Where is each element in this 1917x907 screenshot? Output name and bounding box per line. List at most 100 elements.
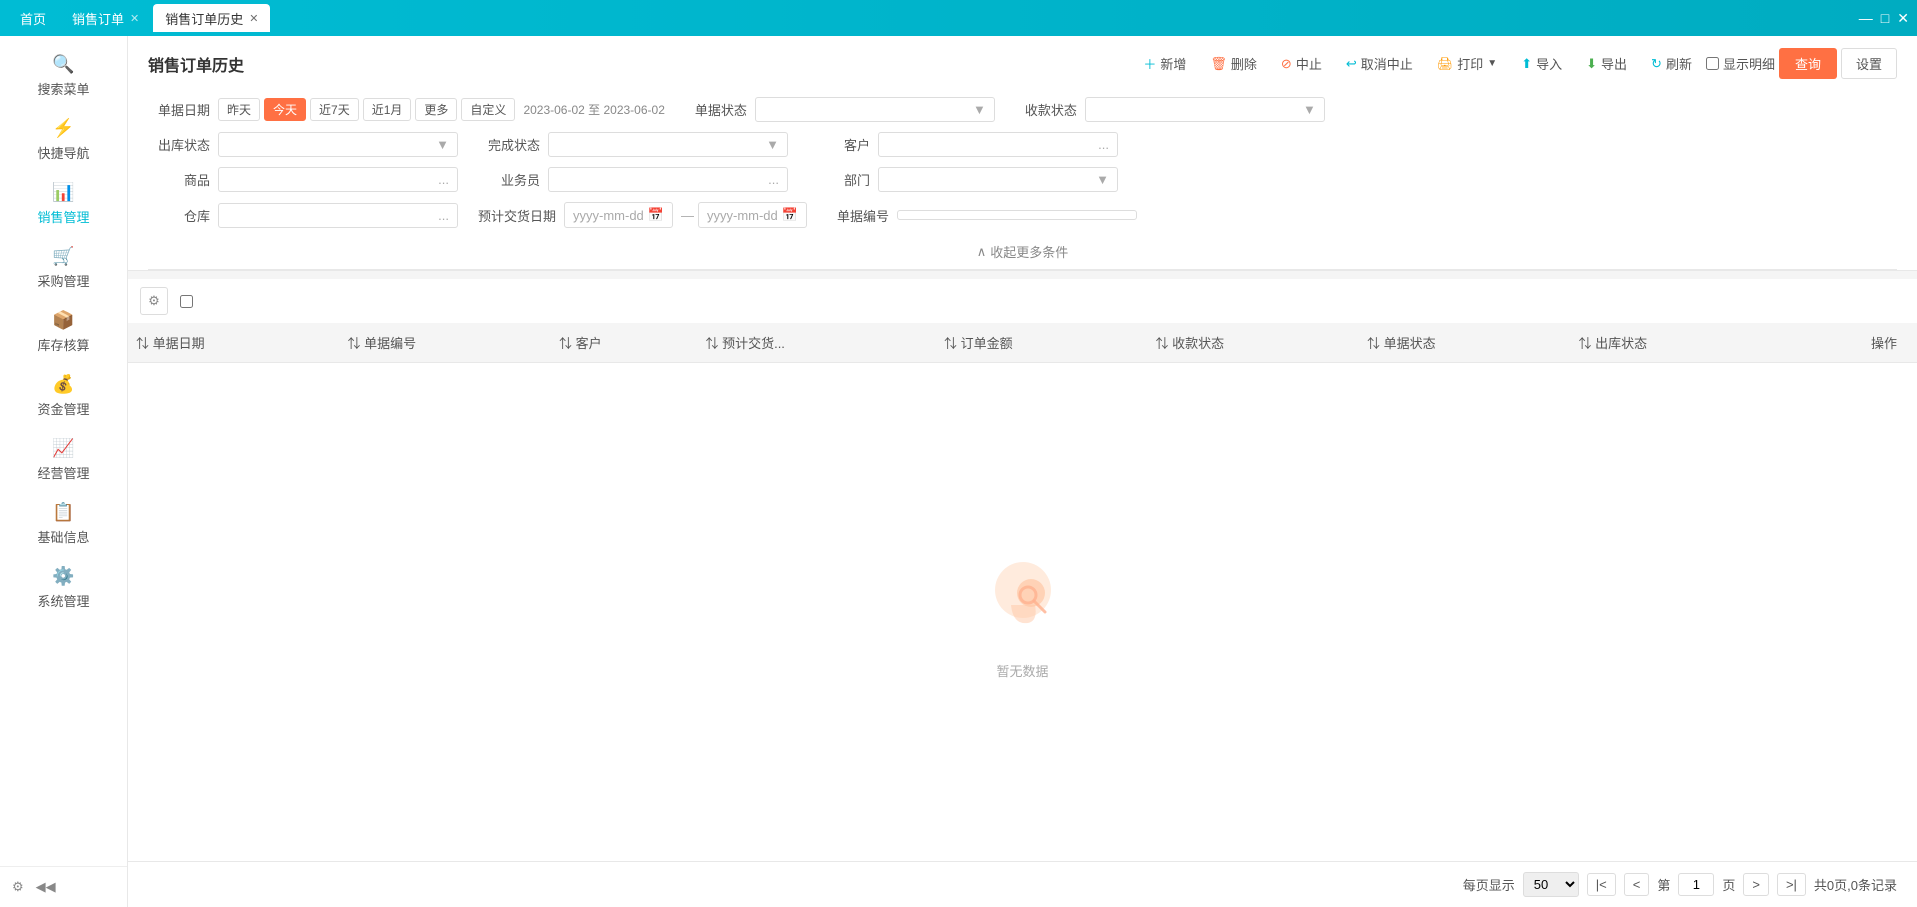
stop-button[interactable]: ⊘ 中止 [1271,49,1332,78]
salesperson-field[interactable]: ... [548,167,788,192]
filter-row-4: 仓库 ... 预计交货日期 yyyy-mm-dd 📅 — yyyy-mm-dd … [148,202,1897,228]
warehouse-ellipsis: ... [438,208,449,223]
print-label: 打印 [1457,54,1483,73]
sidebar-item-operations-label: 经营管理 [37,463,89,482]
col-operation-label: 操作 [1871,336,1897,351]
date-1month-btn[interactable]: 近1月 [363,98,412,121]
sidebar-item-finance[interactable]: 💰 资金管理 [0,364,127,428]
sidebar-item-inventory[interactable]: 📦 库存核算 [0,300,127,364]
settings-button[interactable]: 设置 [1841,48,1897,79]
purchase-icon: 🛒 [52,246,74,267]
page-next-btn[interactable]: > [1743,873,1769,896]
import-button[interactable]: ⬆ 导入 [1511,49,1572,78]
print-button[interactable]: 🖨 打印 ▼ [1427,49,1507,78]
export-button[interactable]: ⬇ 导出 [1576,49,1637,78]
delivery-status-label: 出库状态 [148,135,218,154]
maximize-icon[interactable]: □ [1881,10,1889,26]
sidebar-collapse-icon[interactable]: ◀◀ [36,879,56,895]
completion-status-label: 完成状态 [478,135,548,154]
new-label: 新增 [1160,54,1186,73]
page-header: 销售订单历史 ＋ 新增 🗑 删除 ⊘ 中止 ↩ [128,36,1917,271]
tab-sales-order[interactable]: 销售订单 ✕ [60,4,151,32]
col-expected-date[interactable]: ⇅ 预计交货... [697,323,936,363]
warehouse-field[interactable]: ... [218,203,458,228]
show-detail-checkbox[interactable]: 显示明细 [1706,54,1775,73]
col-number[interactable]: ⇅ 单据编号 [339,323,550,363]
date-more-btn[interactable]: 更多 [415,98,457,121]
page-title: 销售订单历史 [148,52,244,76]
delivery-status-select[interactable]: ▼ [218,132,458,157]
query-button[interactable]: 查询 [1779,48,1837,79]
collapse-bar[interactable]: ∧ 收起更多条件 [148,238,1897,265]
col-payment-status-label: ⇅ 收款状态 [1156,336,1225,351]
col-order-status-label: ⇅ 单据状态 [1367,336,1436,351]
delete-button[interactable]: 🗑 删除 [1200,49,1267,78]
sidebar-item-search[interactable]: 🔍 搜索菜单 [0,44,127,108]
close-icon[interactable]: ✕ [1897,10,1909,27]
col-delivery-status[interactable]: ⇅ 出库状态 [1570,323,1781,363]
expected-date-start[interactable]: yyyy-mm-dd 📅 [564,202,673,228]
col-order-status[interactable]: ⇅ 单据状态 [1359,323,1570,363]
col-date[interactable]: ⇅ 单据日期 [128,323,339,363]
date-today-btn[interactable]: 今天 [264,98,306,121]
customer-field[interactable]: ... [878,132,1118,157]
col-payment-status[interactable]: ⇅ 收款状态 [1148,323,1359,363]
sidebar-item-quick-nav-label: 快捷导航 [37,143,89,162]
page-last-btn[interactable]: >| [1777,873,1806,896]
delete-icon: 🗑 [1210,56,1227,72]
tab-sales-order-history-close[interactable]: ✕ [249,12,258,25]
order-status-select[interactable]: ▼ [755,97,995,122]
cancel-stop-button[interactable]: ↩ 取消中止 [1336,49,1423,78]
order-number-field[interactable] [897,210,1137,220]
refresh-button[interactable]: ↻ 刷新 [1641,49,1702,78]
page-prev-btn[interactable]: < [1624,873,1650,896]
date-yesterday-btn[interactable]: 昨天 [218,98,260,121]
page-first-btn[interactable]: |< [1587,873,1616,896]
payment-status-select[interactable]: ▼ [1085,97,1325,122]
expected-date-label: 预计交货日期 [478,206,564,225]
completion-status-select[interactable]: ▼ [548,132,788,157]
order-number-label: 单据编号 [827,206,897,225]
sidebar-item-base-info[interactable]: 📋 基础信息 [0,492,127,556]
sidebar-item-purchase[interactable]: 🛒 采购管理 [0,236,127,300]
sidebar-item-search-label: 搜索菜单 [37,79,89,98]
tab-sales-order-history[interactable]: 销售订单历史 ✕ [153,4,270,32]
show-detail-input[interactable] [1706,57,1719,70]
empty-state: 暂无数据 [128,363,1917,861]
sidebar-item-system[interactable]: ⚙️ 系统管理 [0,556,127,620]
page-size-select[interactable]: 50 10 20 100 [1523,872,1579,897]
page-input[interactable] [1678,873,1714,896]
page-title-row: 销售订单历史 ＋ 新增 🗑 删除 ⊘ 中止 ↩ [148,48,1897,79]
col-amount[interactable]: ⇅ 订单金额 [936,323,1147,363]
new-icon: ＋ [1143,54,1156,73]
date-7days-btn[interactable]: 近7天 [310,98,359,121]
select-all-checkbox[interactable] [180,295,193,308]
new-button[interactable]: ＋ 新增 [1133,49,1196,78]
calendar-start-icon[interactable]: 📅 [648,207,664,223]
minimize-icon[interactable]: — [1859,10,1873,26]
sidebar-item-sales[interactable]: 📊 销售管理 [0,172,127,236]
calendar-end-icon[interactable]: 📅 [782,207,798,223]
col-delivery-status-label: ⇅ 出库状态 [1578,336,1647,351]
department-select[interactable]: ▼ [878,167,1118,192]
expected-date-end[interactable]: yyyy-mm-dd 📅 [698,202,807,228]
tab-sales-order-close[interactable]: ✕ [130,12,139,25]
delete-label: 删除 [1231,54,1257,73]
col-expected-date-label: ⇅ 预计交货... [705,336,784,351]
tab-sales-order-history-label: 销售订单历史 [165,9,243,28]
tab-home[interactable]: 首页 [8,4,58,32]
col-amount-label: ⇅ 订单金额 [944,336,1013,351]
date-start-placeholder: yyyy-mm-dd [573,208,644,223]
goods-field[interactable]: ... [218,167,458,192]
print-arrow-icon: ▼ [1487,58,1497,69]
sidebar-item-operations[interactable]: 📈 经营管理 [0,428,127,492]
table-settings-icon[interactable]: ⚙ [140,287,168,315]
sidebar: 🔍 搜索菜单 ⚡ 快捷导航 📊 销售管理 🛒 采购管理 📦 库存核算 💰 资金管… [0,36,128,907]
page-label-before: 第 [1657,875,1670,894]
print-icon: 🖨 [1437,56,1454,72]
settings-gear-icon[interactable]: ⚙ [12,879,24,895]
date-custom-btn[interactable]: 自定义 [461,98,515,121]
department-label: 部门 [808,170,878,189]
col-customer[interactable]: ⇅ 客户 [551,323,698,363]
sidebar-item-quick-nav[interactable]: ⚡ 快捷导航 [0,108,127,172]
